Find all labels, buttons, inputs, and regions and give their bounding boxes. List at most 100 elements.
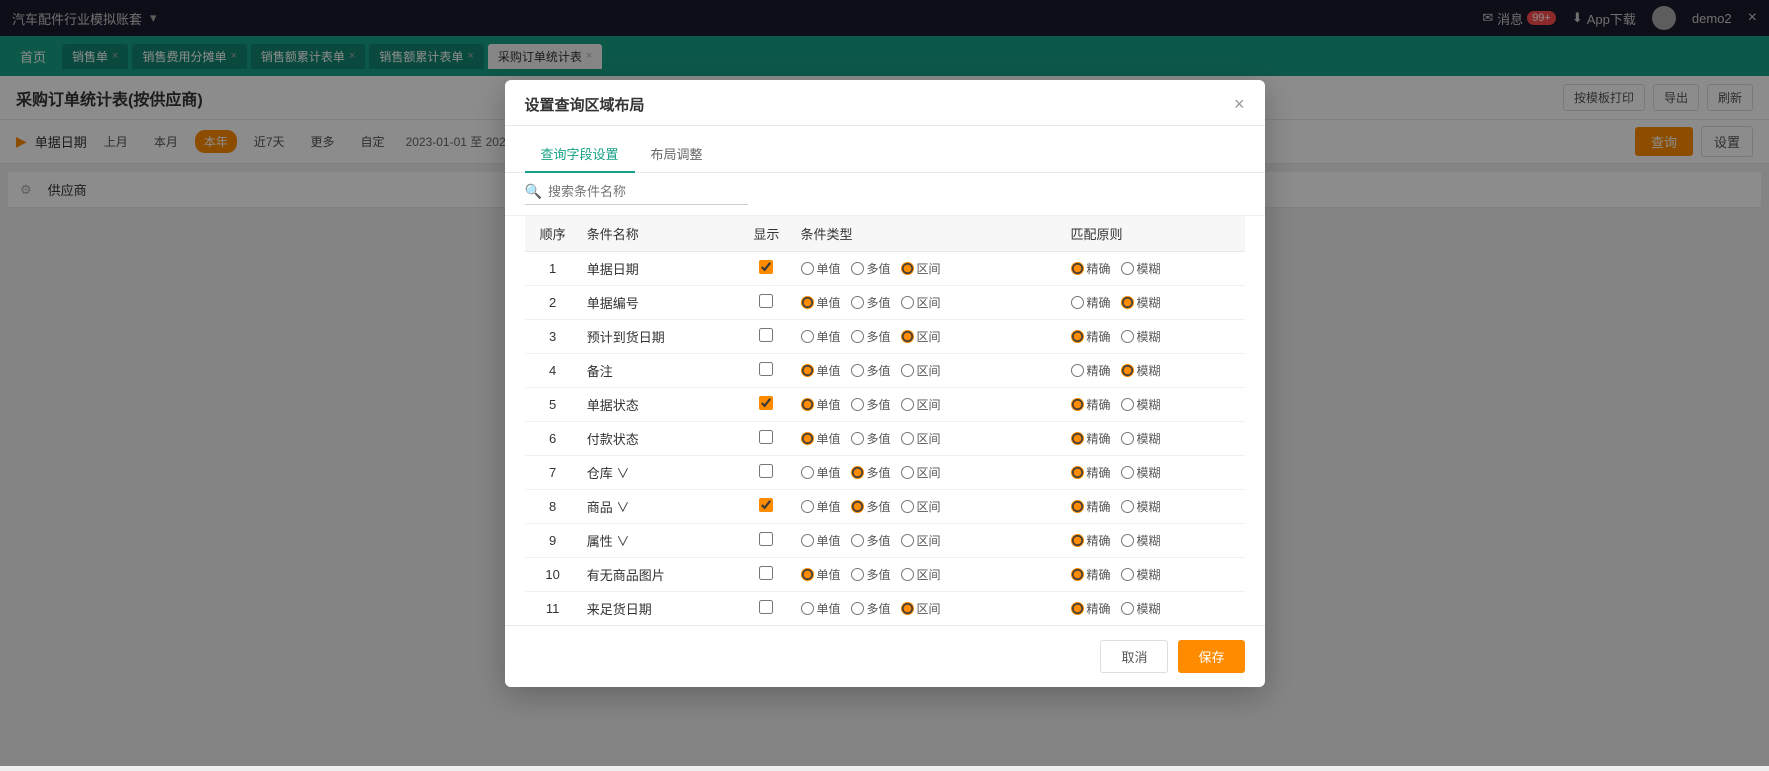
type-radio-range-5[interactable]: 区间 xyxy=(901,430,941,447)
type-radio-multi-6[interactable]: 多值 xyxy=(851,464,891,481)
dialog-close-button[interactable]: × xyxy=(1234,94,1245,115)
row-type-0: 单值多值区间 xyxy=(795,251,1065,285)
type-radio-range-6[interactable]: 区间 xyxy=(901,464,941,481)
col-match: 匹配原则 xyxy=(1065,216,1245,252)
row-show-8 xyxy=(738,523,794,557)
type-radio-multi-3[interactable]: 多值 xyxy=(851,362,891,379)
type-radio-range-10[interactable]: 区间 xyxy=(901,600,941,617)
row-num-8: 9 xyxy=(525,523,581,557)
show-checkbox-10[interactable] xyxy=(759,600,773,614)
table-row: 11来足货日期单值多值区间精确模糊 xyxy=(525,591,1245,625)
match-radio-exact-1[interactable]: 精确 xyxy=(1071,294,1111,311)
show-checkbox-1[interactable] xyxy=(759,294,773,308)
table-row: 7仓库 ∨单值多值区间精确模糊 xyxy=(525,455,1245,489)
row-num-2: 3 xyxy=(525,319,581,353)
search-underline: 🔍 xyxy=(525,183,748,205)
match-radio-fuzzy-4[interactable]: 模糊 xyxy=(1121,396,1161,413)
type-radio-range-3[interactable]: 区间 xyxy=(901,362,941,379)
show-checkbox-4[interactable] xyxy=(759,396,773,410)
type-radio-range-9[interactable]: 区间 xyxy=(901,566,941,583)
row-show-9 xyxy=(738,557,794,591)
match-radio-fuzzy-5[interactable]: 模糊 xyxy=(1121,430,1161,447)
table-row: 1单据日期单值多值区间精确模糊 xyxy=(525,251,1245,285)
match-radio-fuzzy-1[interactable]: 模糊 xyxy=(1121,294,1161,311)
show-checkbox-3[interactable] xyxy=(759,362,773,376)
dialog-footer: 取消 保存 xyxy=(505,625,1265,687)
type-radio-single-5[interactable]: 单值 xyxy=(801,430,841,447)
dialog-table-wrap: 顺序 条件名称 显示 条件类型 匹配原则 1单据日期单值多值区间精确模糊2单据编… xyxy=(505,216,1265,625)
match-radio-exact-8[interactable]: 精确 xyxy=(1071,532,1111,549)
type-radio-single-10[interactable]: 单值 xyxy=(801,600,841,617)
match-radio-fuzzy-0[interactable]: 模糊 xyxy=(1121,260,1161,277)
show-checkbox-5[interactable] xyxy=(759,430,773,444)
col-name: 条件名称 xyxy=(581,216,739,252)
show-checkbox-0[interactable] xyxy=(759,260,773,274)
type-radio-single-3[interactable]: 单值 xyxy=(801,362,841,379)
match-radio-exact-9[interactable]: 精确 xyxy=(1071,566,1111,583)
match-radio-exact-2[interactable]: 精确 xyxy=(1071,328,1111,345)
type-radio-single-0[interactable]: 单值 xyxy=(801,260,841,277)
type-radio-multi-7[interactable]: 多值 xyxy=(851,498,891,515)
row-num-3: 4 xyxy=(525,353,581,387)
type-radio-multi-9[interactable]: 多值 xyxy=(851,566,891,583)
save-button[interactable]: 保存 xyxy=(1178,640,1244,673)
search-input[interactable] xyxy=(548,184,748,199)
dialog-tab-1[interactable]: 布局调整 xyxy=(635,136,719,173)
row-type-9: 单值多值区间 xyxy=(795,557,1065,591)
type-radio-multi-5[interactable]: 多值 xyxy=(851,430,891,447)
row-show-4 xyxy=(738,387,794,421)
settings-dialog: 设置查询区域布局 × 查询字段设置 布局调整 🔍 顺序 条件名称 显示 xyxy=(505,80,1265,687)
match-radio-exact-4[interactable]: 精确 xyxy=(1071,396,1111,413)
type-radio-range-2[interactable]: 区间 xyxy=(901,328,941,345)
dialog-title: 设置查询区域布局 xyxy=(525,94,645,115)
match-radio-exact-0[interactable]: 精确 xyxy=(1071,260,1111,277)
show-checkbox-2[interactable] xyxy=(759,328,773,342)
type-radio-single-6[interactable]: 单值 xyxy=(801,464,841,481)
row-num-10: 11 xyxy=(525,591,581,625)
type-radio-single-2[interactable]: 单值 xyxy=(801,328,841,345)
match-radio-fuzzy-3[interactable]: 模糊 xyxy=(1121,362,1161,379)
row-match-9: 精确模糊 xyxy=(1065,557,1245,591)
match-radio-exact-6[interactable]: 精确 xyxy=(1071,464,1111,481)
match-radio-exact-10[interactable]: 精确 xyxy=(1071,600,1111,617)
match-radio-exact-7[interactable]: 精确 xyxy=(1071,498,1111,515)
type-radio-single-4[interactable]: 单值 xyxy=(801,396,841,413)
type-radio-range-8[interactable]: 区间 xyxy=(901,532,941,549)
type-radio-multi-1[interactable]: 多值 xyxy=(851,294,891,311)
show-checkbox-6[interactable] xyxy=(759,464,773,478)
type-radio-multi-4[interactable]: 多值 xyxy=(851,396,891,413)
type-radio-single-8[interactable]: 单值 xyxy=(801,532,841,549)
match-radio-fuzzy-8[interactable]: 模糊 xyxy=(1121,532,1161,549)
show-checkbox-8[interactable] xyxy=(759,532,773,546)
row-num-5: 6 xyxy=(525,421,581,455)
type-radio-range-4[interactable]: 区间 xyxy=(901,396,941,413)
row-num-1: 2 xyxy=(525,285,581,319)
match-radio-fuzzy-10[interactable]: 模糊 xyxy=(1121,600,1161,617)
row-match-1: 精确模糊 xyxy=(1065,285,1245,319)
match-radio-exact-3[interactable]: 精确 xyxy=(1071,362,1111,379)
type-radio-single-7[interactable]: 单值 xyxy=(801,498,841,515)
show-checkbox-9[interactable] xyxy=(759,566,773,580)
type-radio-single-9[interactable]: 单值 xyxy=(801,566,841,583)
match-radio-fuzzy-6[interactable]: 模糊 xyxy=(1121,464,1161,481)
row-show-6 xyxy=(738,455,794,489)
type-radio-range-1[interactable]: 区间 xyxy=(901,294,941,311)
type-radio-range-7[interactable]: 区间 xyxy=(901,498,941,515)
type-radio-multi-10[interactable]: 多值 xyxy=(851,600,891,617)
match-radio-fuzzy-9[interactable]: 模糊 xyxy=(1121,566,1161,583)
type-radio-single-1[interactable]: 单值 xyxy=(801,294,841,311)
type-radio-multi-2[interactable]: 多值 xyxy=(851,328,891,345)
type-radio-range-0[interactable]: 区间 xyxy=(901,260,941,277)
dialog-tab-0[interactable]: 查询字段设置 xyxy=(525,136,635,173)
dialog-table: 顺序 条件名称 显示 条件类型 匹配原则 1单据日期单值多值区间精确模糊2单据编… xyxy=(525,216,1245,625)
show-checkbox-7[interactable] xyxy=(759,498,773,512)
match-radio-exact-5[interactable]: 精确 xyxy=(1071,430,1111,447)
dialog-tabs: 查询字段设置 布局调整 xyxy=(505,126,1265,173)
match-radio-fuzzy-2[interactable]: 模糊 xyxy=(1121,328,1161,345)
row-name-6: 仓库 ∨ xyxy=(581,455,739,489)
type-radio-multi-8[interactable]: 多值 xyxy=(851,532,891,549)
cancel-button[interactable]: 取消 xyxy=(1100,640,1168,673)
row-type-10: 单值多值区间 xyxy=(795,591,1065,625)
type-radio-multi-0[interactable]: 多值 xyxy=(851,260,891,277)
match-radio-fuzzy-7[interactable]: 模糊 xyxy=(1121,498,1161,515)
